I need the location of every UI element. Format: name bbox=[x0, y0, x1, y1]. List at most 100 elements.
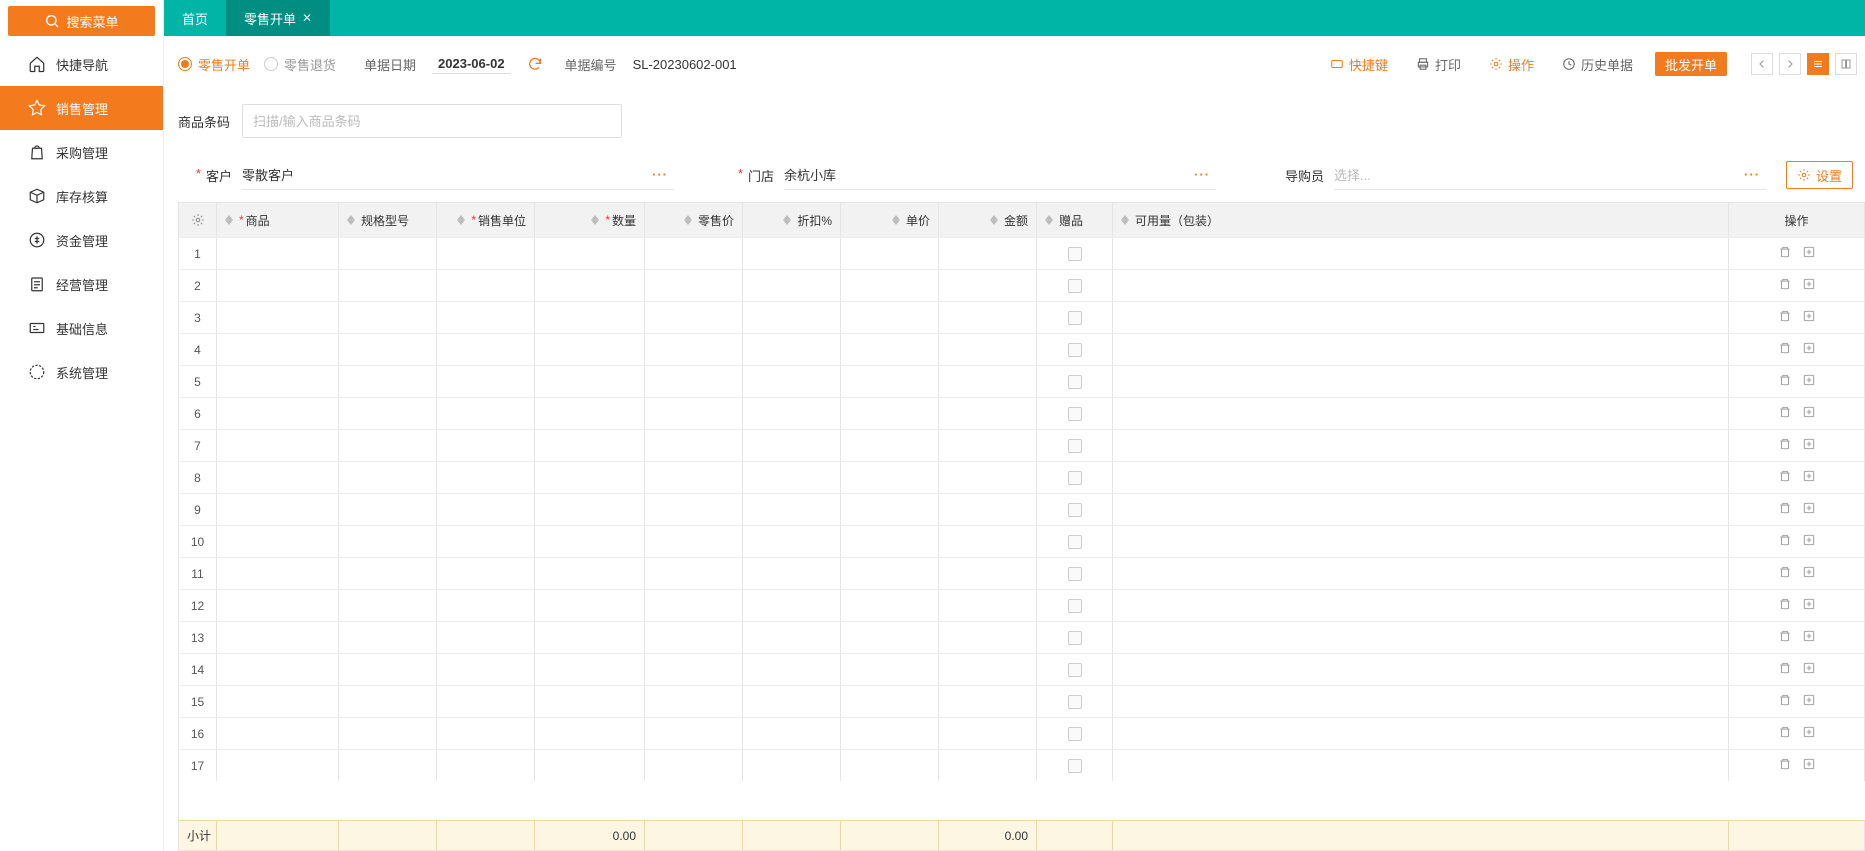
cell-amount[interactable] bbox=[939, 494, 1037, 525]
sidebar-item-purchase[interactable]: 采购管理 bbox=[0, 130, 163, 174]
cell-product[interactable] bbox=[217, 334, 339, 365]
cell-unit-price[interactable] bbox=[841, 750, 939, 781]
cell-gift[interactable] bbox=[1037, 462, 1113, 493]
cell-price[interactable] bbox=[645, 654, 743, 685]
cell-gift[interactable] bbox=[1037, 238, 1113, 269]
cell-unit-price[interactable] bbox=[841, 590, 939, 621]
delete-row-icon[interactable] bbox=[1778, 245, 1792, 262]
cell-amount[interactable] bbox=[939, 270, 1037, 301]
cell-gift[interactable] bbox=[1037, 270, 1113, 301]
delete-row-icon[interactable] bbox=[1778, 661, 1792, 678]
cell-spec[interactable] bbox=[339, 302, 437, 333]
cell-price[interactable] bbox=[645, 750, 743, 781]
cell-gift[interactable] bbox=[1037, 430, 1113, 461]
cell-qty[interactable] bbox=[535, 462, 645, 493]
cell-discount[interactable] bbox=[743, 654, 841, 685]
cell-unit-price[interactable] bbox=[841, 526, 939, 557]
checkbox[interactable] bbox=[1068, 503, 1082, 517]
refresh-icon[interactable] bbox=[527, 56, 543, 72]
cell-amount[interactable] bbox=[939, 686, 1037, 717]
cell-price[interactable] bbox=[645, 366, 743, 397]
cell-amount[interactable] bbox=[939, 334, 1037, 365]
table-row[interactable]: 5 bbox=[179, 365, 1865, 397]
cell-product[interactable] bbox=[217, 494, 339, 525]
cell-amount[interactable] bbox=[939, 526, 1037, 557]
cell-product[interactable] bbox=[217, 718, 339, 749]
cell-spec[interactable] bbox=[339, 366, 437, 397]
cell-unit[interactable] bbox=[437, 590, 535, 621]
cell-qty[interactable] bbox=[535, 654, 645, 685]
cell-qty[interactable] bbox=[535, 302, 645, 333]
delete-row-icon[interactable] bbox=[1778, 501, 1792, 518]
checkbox[interactable] bbox=[1068, 599, 1082, 613]
cell-product[interactable] bbox=[217, 238, 339, 269]
cell-gift[interactable] bbox=[1037, 334, 1113, 365]
search-menu-button[interactable]: 搜索菜单 bbox=[8, 6, 155, 36]
checkbox[interactable] bbox=[1068, 471, 1082, 485]
checkbox[interactable] bbox=[1068, 279, 1082, 293]
checkbox[interactable] bbox=[1068, 375, 1082, 389]
add-row-icon[interactable] bbox=[1802, 341, 1816, 358]
sidebar-item-system[interactable]: 系统管理 bbox=[0, 350, 163, 394]
col-spec[interactable]: 规格型号 bbox=[339, 203, 437, 237]
cell-price[interactable] bbox=[645, 430, 743, 461]
layout-toggle-compact[interactable] bbox=[1807, 53, 1829, 75]
cell-discount[interactable] bbox=[743, 718, 841, 749]
cell-discount[interactable] bbox=[743, 398, 841, 429]
checkbox[interactable] bbox=[1068, 439, 1082, 453]
delete-row-icon[interactable] bbox=[1778, 437, 1792, 454]
cell-discount[interactable] bbox=[743, 270, 841, 301]
add-row-icon[interactable] bbox=[1802, 501, 1816, 518]
cell-spec[interactable] bbox=[339, 750, 437, 781]
sidebar-item-sales[interactable]: 销售管理 bbox=[0, 86, 163, 130]
prev-button[interactable] bbox=[1751, 53, 1773, 75]
table-row[interactable]: 16 bbox=[179, 717, 1865, 749]
cell-product[interactable] bbox=[217, 270, 339, 301]
cell-spec[interactable] bbox=[339, 494, 437, 525]
delete-row-icon[interactable] bbox=[1778, 597, 1792, 614]
delete-row-icon[interactable] bbox=[1778, 757, 1792, 774]
cell-unit[interactable] bbox=[437, 302, 535, 333]
checkbox[interactable] bbox=[1068, 663, 1082, 677]
more-icon[interactable]: ··· bbox=[1744, 167, 1760, 182]
cell-qty[interactable] bbox=[535, 718, 645, 749]
table-row[interactable]: 2 bbox=[179, 269, 1865, 301]
cell-amount[interactable] bbox=[939, 590, 1037, 621]
cell-unit[interactable] bbox=[437, 462, 535, 493]
cell-price[interactable] bbox=[645, 718, 743, 749]
cell-product[interactable] bbox=[217, 398, 339, 429]
cell-qty[interactable] bbox=[535, 558, 645, 589]
checkbox[interactable] bbox=[1068, 311, 1082, 325]
add-row-icon[interactable] bbox=[1802, 629, 1816, 646]
cell-spec[interactable] bbox=[339, 526, 437, 557]
col-gift[interactable]: 赠品 bbox=[1037, 203, 1113, 237]
cell-amount[interactable] bbox=[939, 302, 1037, 333]
col-amount[interactable]: 金额 bbox=[939, 203, 1037, 237]
cell-spec[interactable] bbox=[339, 398, 437, 429]
next-button[interactable] bbox=[1779, 53, 1801, 75]
cell-price[interactable] bbox=[645, 462, 743, 493]
cell-spec[interactable] bbox=[339, 622, 437, 653]
add-row-icon[interactable] bbox=[1802, 373, 1816, 390]
cell-price[interactable] bbox=[645, 558, 743, 589]
action-operate[interactable]: 操作 bbox=[1483, 55, 1540, 74]
table-row[interactable]: 17 bbox=[179, 749, 1865, 781]
cell-spec[interactable] bbox=[339, 270, 437, 301]
cell-unit-price[interactable] bbox=[841, 622, 939, 653]
add-row-icon[interactable] bbox=[1802, 725, 1816, 742]
cell-price[interactable] bbox=[645, 238, 743, 269]
sidebar-item-quicknav[interactable]: 快捷导航 bbox=[0, 42, 163, 86]
cell-discount[interactable] bbox=[743, 366, 841, 397]
col-price[interactable]: 零售价 bbox=[645, 203, 743, 237]
cell-price[interactable] bbox=[645, 494, 743, 525]
add-row-icon[interactable] bbox=[1802, 693, 1816, 710]
cell-amount[interactable] bbox=[939, 238, 1037, 269]
cell-unit-price[interactable] bbox=[841, 558, 939, 589]
tab-home[interactable]: 首页 bbox=[164, 0, 226, 36]
cell-unit[interactable] bbox=[437, 558, 535, 589]
cell-qty[interactable] bbox=[535, 334, 645, 365]
cell-unit-price[interactable] bbox=[841, 302, 939, 333]
cell-gift[interactable] bbox=[1037, 398, 1113, 429]
table-row[interactable]: 8 bbox=[179, 461, 1865, 493]
table-row[interactable]: 3 bbox=[179, 301, 1865, 333]
